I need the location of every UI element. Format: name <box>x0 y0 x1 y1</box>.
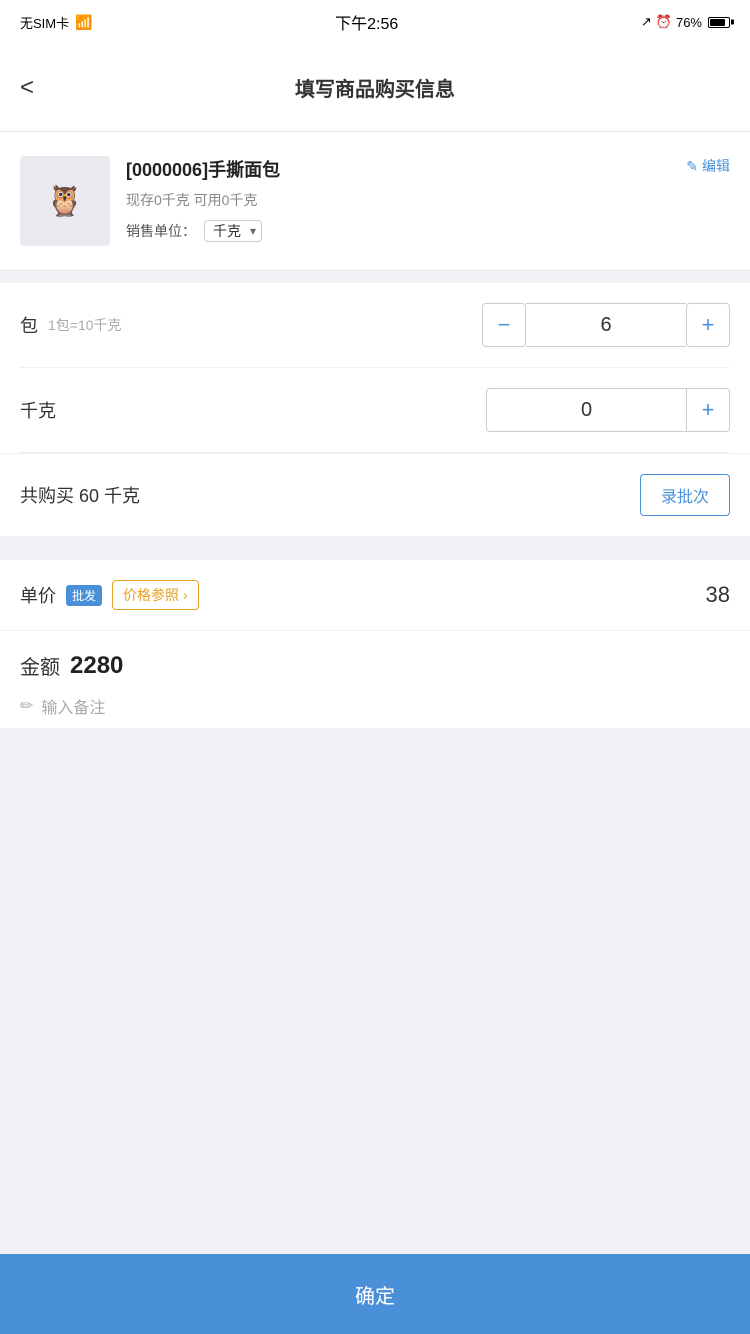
pack-row: 包 1包=10千克 − + <box>20 283 730 368</box>
confirm-button[interactable]: 确定 <box>355 1280 395 1309</box>
kg-label: 千克 <box>20 397 56 423</box>
confirm-bar[interactable]: 确定 <box>0 1254 750 1334</box>
price-ref-button[interactable]: 价格参照 › <box>112 580 199 610</box>
pack-label-text: 包 <box>20 312 38 338</box>
kg-plus-button[interactable]: + <box>686 388 730 432</box>
page-title: 填写商品购买信息 <box>295 73 455 102</box>
total-label: 共购买 60 千克 <box>20 482 140 508</box>
carrier-text: 无SIM卡 <box>20 13 69 32</box>
amount-label: 金额 <box>20 651 60 680</box>
amount-value: 2280 <box>70 652 123 680</box>
wifi-icon: 📶 <box>75 14 92 31</box>
status-right: ↗ ⏰ 76% <box>641 14 730 30</box>
edit-label: 编辑 <box>702 156 730 176</box>
price-label: 单价 <box>20 582 56 608</box>
unit-select-wrapper[interactable]: 千克 <box>204 220 262 242</box>
location-icon: ↗ <box>641 14 652 30</box>
unit-label: 销售单位： <box>126 221 196 241</box>
battery-percent: 76% <box>676 15 702 30</box>
product-card: 🦉 [0000006]手撕面包 现存0千克 可用0千克 销售单位： 千克 ✎ 编… <box>0 132 750 271</box>
pack-minus-button[interactable]: − <box>482 303 526 347</box>
status-left: 无SIM卡 📶 <box>20 13 93 32</box>
total-row: 共购买 60 千克 录批次 <box>0 453 750 536</box>
amount-row: 金额 2280 <box>20 651 730 680</box>
alarm-icon: ⏰ <box>656 14 672 30</box>
pack-input[interactable] <box>526 303 686 347</box>
price-left: 单价 批发 价格参照 › <box>20 580 199 610</box>
amount-section: 金额 2280 ✏ 输入备注 <box>0 631 750 728</box>
price-section: 单价 批发 价格参照 › 38 <box>0 560 750 631</box>
main-background <box>0 728 750 1078</box>
product-unit-row: 销售单位： 千克 <box>126 220 730 242</box>
remark-text: 输入备注 <box>41 694 105 718</box>
edit-icon: ✎ <box>686 158 698 175</box>
pencil-icon: ✏ <box>20 696 33 716</box>
unit-select[interactable]: 千克 <box>204 220 262 242</box>
section-separator-2 <box>0 536 750 548</box>
kg-row: 千克 + <box>20 368 730 453</box>
kg-label-text: 千克 <box>20 397 56 423</box>
pack-plus-button[interactable]: + <box>686 303 730 347</box>
price-value: 38 <box>706 582 730 608</box>
product-name: [0000006]手撕面包 <box>126 156 730 182</box>
status-bar: 无SIM卡 📶 下午2:56 ↗ ⏰ 76% <box>0 0 750 44</box>
batch-button[interactable]: 录批次 <box>640 474 730 516</box>
pack-label: 包 1包=10千克 <box>20 312 122 338</box>
product-image: 🦉 <box>20 156 110 246</box>
nav-bar: < 填写商品购买信息 <box>0 44 750 132</box>
product-info: [0000006]手撕面包 现存0千克 可用0千克 销售单位： 千克 <box>126 156 730 242</box>
price-row: 单价 批发 价格参照 › 38 <box>0 560 750 631</box>
pack-hint: 1包=10千克 <box>48 315 122 335</box>
product-logo: 🦉 <box>46 184 83 219</box>
remark-row[interactable]: ✏ 输入备注 <box>20 694 730 718</box>
kg-input[interactable] <box>486 388 686 432</box>
battery-icon <box>708 17 730 28</box>
price-tag: 批发 <box>66 585 102 606</box>
kg-control: + <box>486 388 730 432</box>
status-time: 下午2:56 <box>335 10 398 34</box>
pack-control: − + <box>482 303 730 347</box>
back-button[interactable]: < <box>20 74 34 102</box>
section-separator-1 <box>0 271 750 283</box>
quantity-section: 包 1包=10千克 − + 千克 + <box>0 283 750 453</box>
product-stock: 现存0千克 可用0千克 <box>126 190 730 210</box>
edit-button[interactable]: ✎ 编辑 <box>686 156 730 176</box>
